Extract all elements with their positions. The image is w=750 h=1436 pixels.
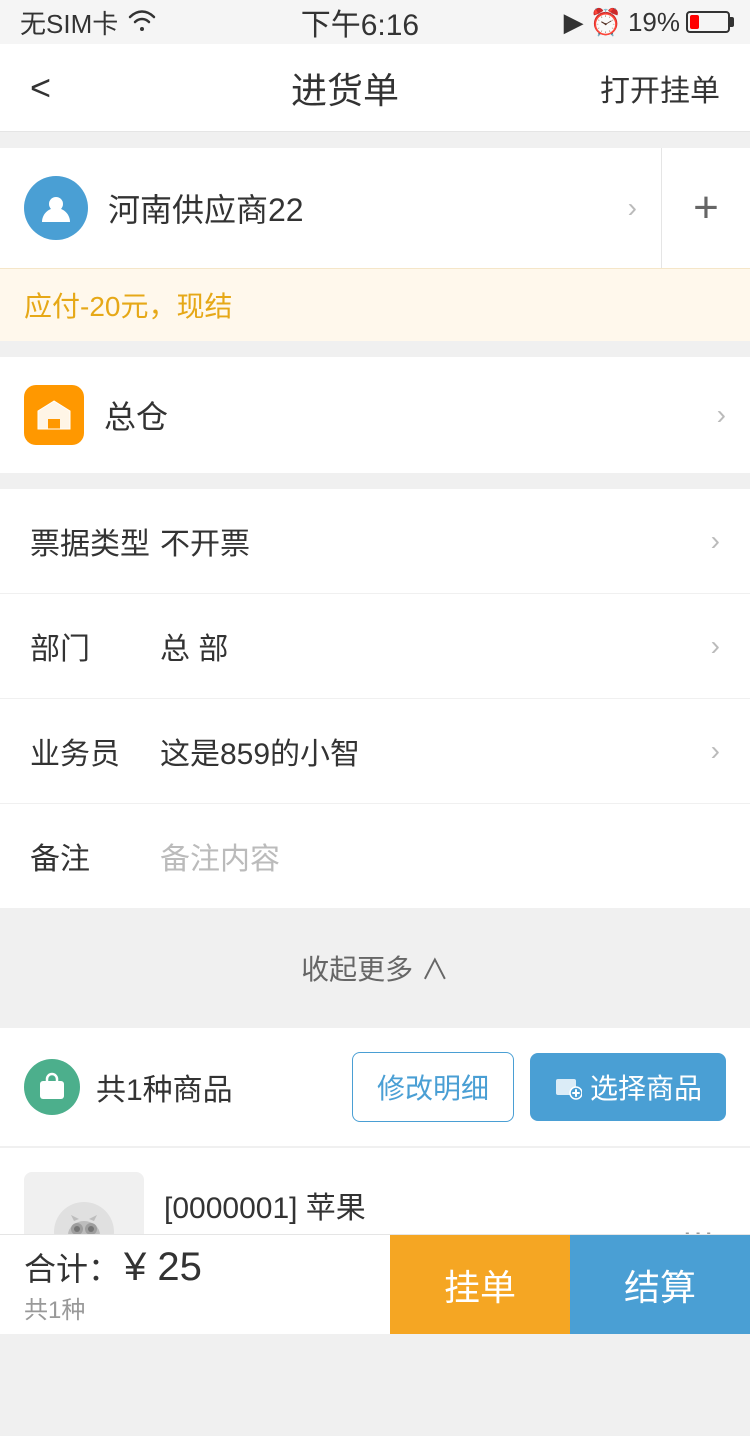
department-value: 总 部: [160, 624, 711, 668]
remark-label: 备注: [30, 834, 160, 878]
edit-detail-button[interactable]: 修改明细: [352, 1052, 514, 1122]
status-bar: 无SIM卡 下午6:16 ▶ ⏰ 19%: [0, 0, 750, 44]
products-count-label: 共1种商品: [96, 1065, 336, 1109]
status-right: ▶ ⏰ 19%: [564, 7, 730, 38]
supplier-selector[interactable]: 河南供应商22 ›: [0, 148, 662, 268]
footer: 合计： ¥ 25 共1种 挂单 结算: [0, 1234, 750, 1334]
warehouse-name: 总仓: [104, 392, 717, 438]
warehouse-chevron-icon: ›: [717, 399, 726, 431]
remark-input[interactable]: 备注内容: [160, 834, 720, 878]
total-count: 共1种: [24, 1290, 366, 1325]
carrier-label: 无SIM卡: [20, 4, 118, 41]
products-bag-icon: [24, 1059, 80, 1115]
salesperson-label: 业务员: [30, 729, 160, 773]
settle-button[interactable]: 结算: [570, 1235, 750, 1334]
warehouse-selector[interactable]: 总仓 ›: [0, 357, 750, 473]
alarm-icon: ⏰: [590, 7, 622, 38]
battery-percent: 19%: [628, 7, 680, 38]
supplier-avatar: [24, 176, 88, 240]
footer-total: 合计： ¥ 25 共1种: [0, 1235, 390, 1334]
salesperson-chevron-icon: ›: [711, 735, 720, 767]
select-product-button[interactable]: 选择商品: [530, 1053, 726, 1121]
department-chevron-icon: ›: [711, 630, 720, 662]
add-supplier-button[interactable]: +: [662, 148, 750, 268]
product-name: [0000001] 苹果: [164, 1183, 650, 1227]
wifi-icon: [128, 7, 156, 38]
collapse-button[interactable]: 收起更多 ∧: [0, 924, 750, 1012]
invoice-chevron-icon: ›: [711, 525, 720, 557]
salesperson-row[interactable]: 业务员 这是859的小智 ›: [0, 699, 750, 804]
nav-bar: < 进货单 打开挂单: [0, 44, 750, 132]
back-button[interactable]: <: [30, 67, 90, 109]
invoice-type-value: 不开票: [160, 519, 711, 563]
remark-row[interactable]: 备注 备注内容: [0, 804, 750, 908]
supplier-chevron-icon: ›: [628, 192, 637, 224]
form-section: 票据类型 不开票 › 部门 总 部 › 业务员 这是859的小智 › 备注 备注…: [0, 489, 750, 908]
department-row[interactable]: 部门 总 部 ›: [0, 594, 750, 699]
products-header: 共1种商品 修改明细 选择商品: [0, 1028, 750, 1146]
department-label: 部门: [30, 624, 160, 668]
salesperson-value: 这是859的小智: [160, 729, 711, 773]
select-product-label: 选择商品: [590, 1067, 702, 1107]
supplier-info-banner: 应付-20元，现结: [0, 268, 750, 341]
total-amount: ¥ 25: [124, 1245, 202, 1290]
supplier-name: 河南供应商22: [108, 185, 628, 231]
supplier-section: 河南供应商22 › +: [0, 148, 750, 268]
warehouse-icon: [24, 385, 84, 445]
total-label: 合计：: [24, 1244, 120, 1290]
battery-icon: [686, 11, 730, 33]
pending-button[interactable]: 挂单: [390, 1235, 570, 1334]
invoice-type-label: 票据类型: [30, 519, 160, 563]
location-icon: ▶: [564, 7, 584, 38]
page-title: 进货单: [291, 62, 399, 114]
status-left: 无SIM卡: [20, 4, 156, 41]
invoice-type-row[interactable]: 票据类型 不开票 ›: [0, 489, 750, 594]
time-display: 下午6:16: [301, 0, 419, 44]
open-pending-button[interactable]: 打开挂单: [600, 66, 720, 110]
